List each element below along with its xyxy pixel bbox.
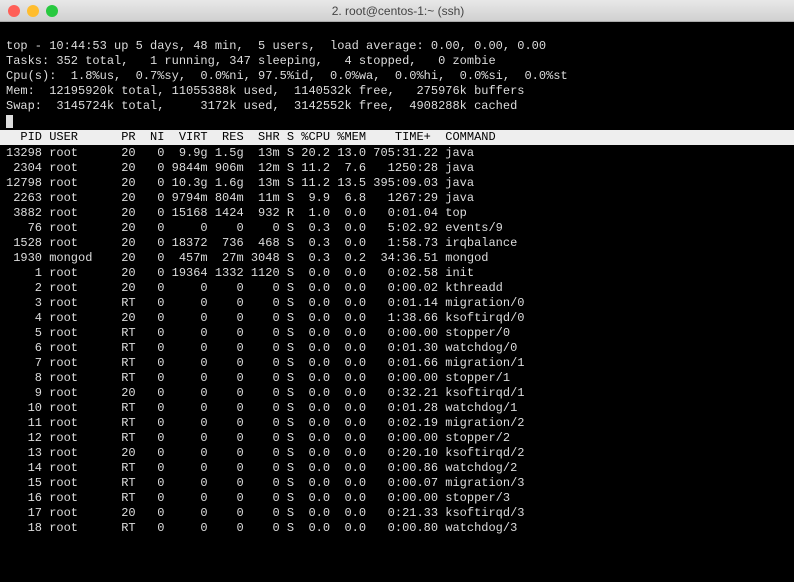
top-summary-swap: Swap: 3145724k total, 3172k used, 314255…	[6, 99, 517, 113]
process-row: 12 root RT 0 0 0 0 S 0.0 0.0 0:00.00 sto…	[6, 431, 788, 446]
window-titlebar: 2. root@centos-1:~ (ssh)	[0, 0, 794, 22]
process-table: 13298 root 20 0 9.9g 1.5g 13m S 20.2 13.…	[6, 146, 788, 536]
process-row: 17 root 20 0 0 0 0 S 0.0 0.0 0:21.33 kso…	[6, 506, 788, 521]
process-table-header: PID USER PR NI VIRT RES SHR S %CPU %MEM …	[0, 130, 794, 145]
process-row: 76 root 20 0 0 0 0 S 0.3 0.0 5:02.92 eve…	[6, 221, 788, 236]
top-summary-cpu: Cpu(s): 1.8%us, 0.7%sy, 0.0%ni, 97.5%id,…	[6, 69, 568, 83]
process-row: 13 root 20 0 0 0 0 S 0.0 0.0 0:20.10 kso…	[6, 446, 788, 461]
process-row: 2304 root 20 0 9844m 906m 12m S 11.2 7.6…	[6, 161, 788, 176]
process-row: 3882 root 20 0 15168 1424 932 R 1.0 0.0 …	[6, 206, 788, 221]
maximize-icon[interactable]	[46, 5, 58, 17]
process-row: 13298 root 20 0 9.9g 1.5g 13m S 20.2 13.…	[6, 146, 788, 161]
close-icon[interactable]	[8, 5, 20, 17]
process-row: 5 root RT 0 0 0 0 S 0.0 0.0 0:00.00 stop…	[6, 326, 788, 341]
top-summary-mem: Mem: 12195920k total, 11055388k used, 11…	[6, 84, 524, 98]
process-row: 14 root RT 0 0 0 0 S 0.0 0.0 0:00.86 wat…	[6, 461, 788, 476]
cursor	[6, 115, 13, 128]
top-summary-uptime: top - 10:44:53 up 5 days, 48 min, 5 user…	[6, 39, 546, 53]
process-row: 15 root RT 0 0 0 0 S 0.0 0.0 0:00.07 mig…	[6, 476, 788, 491]
process-row: 16 root RT 0 0 0 0 S 0.0 0.0 0:00.00 sto…	[6, 491, 788, 506]
process-row: 2263 root 20 0 9794m 804m 11m S 9.9 6.8 …	[6, 191, 788, 206]
process-row: 2 root 20 0 0 0 0 S 0.0 0.0 0:00.02 kthr…	[6, 281, 788, 296]
minimize-icon[interactable]	[27, 5, 39, 17]
process-row: 1528 root 20 0 18372 736 468 S 0.3 0.0 1…	[6, 236, 788, 251]
process-row: 8 root RT 0 0 0 0 S 0.0 0.0 0:00.00 stop…	[6, 371, 788, 386]
process-row: 10 root RT 0 0 0 0 S 0.0 0.0 0:01.28 wat…	[6, 401, 788, 416]
process-row: 18 root RT 0 0 0 0 S 0.0 0.0 0:00.80 wat…	[6, 521, 788, 536]
top-summary-tasks: Tasks: 352 total, 1 running, 347 sleepin…	[6, 54, 496, 68]
process-row: 3 root RT 0 0 0 0 S 0.0 0.0 0:01.14 migr…	[6, 296, 788, 311]
traffic-lights	[8, 5, 58, 17]
process-row: 12798 root 20 0 10.3g 1.6g 13m S 11.2 13…	[6, 176, 788, 191]
process-row: 11 root RT 0 0 0 0 S 0.0 0.0 0:02.19 mig…	[6, 416, 788, 431]
process-row: 1930 mongod 20 0 457m 27m 3048 S 0.3 0.2…	[6, 251, 788, 266]
process-row: 6 root RT 0 0 0 0 S 0.0 0.0 0:01.30 watc…	[6, 341, 788, 356]
process-row: 1 root 20 0 19364 1332 1120 S 0.0 0.0 0:…	[6, 266, 788, 281]
terminal-output[interactable]: top - 10:44:53 up 5 days, 48 min, 5 user…	[0, 22, 794, 542]
window-title: 2. root@centos-1:~ (ssh)	[58, 4, 738, 18]
process-row: 9 root 20 0 0 0 0 S 0.0 0.0 0:32.21 ksof…	[6, 386, 788, 401]
process-row: 4 root 20 0 0 0 0 S 0.0 0.0 1:38.66 ksof…	[6, 311, 788, 326]
process-row: 7 root RT 0 0 0 0 S 0.0 0.0 0:01.66 migr…	[6, 356, 788, 371]
